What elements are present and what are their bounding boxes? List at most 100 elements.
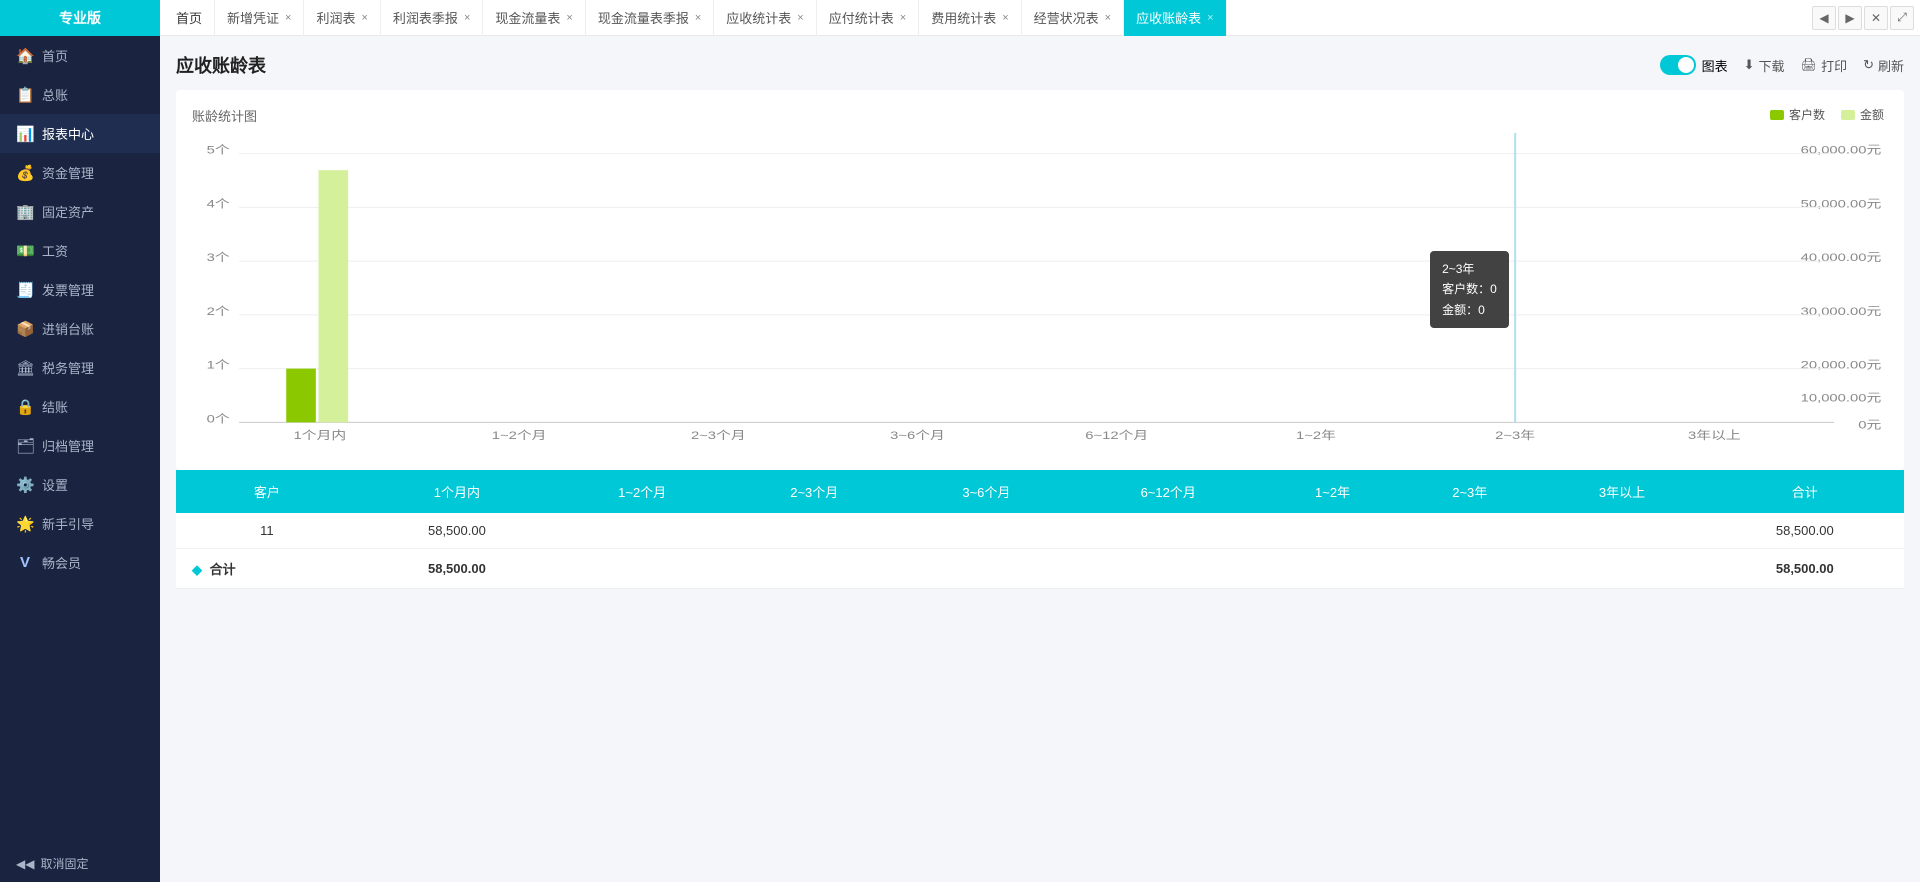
- sidebar: 专业版 🏠 首页 📋 总账 📊 报表中心 💰 资金管理 🏢 固定资产 💵 工资 …: [0, 0, 160, 882]
- tab-ap-stat-label: 应付统计表: [829, 8, 894, 27]
- tab-cashflow-q-label: 现金流量表季报: [598, 8, 689, 27]
- tab-expense[interactable]: 费用统计表 ×: [919, 0, 1021, 36]
- close-profit-q-icon[interactable]: ×: [464, 12, 470, 24]
- svg-text:3年以上: 3年以上: [1688, 429, 1741, 442]
- sidebar-item-fixed[interactable]: 🏢 固定资产: [0, 192, 160, 231]
- cell-m12-0: [1072, 513, 1264, 549]
- tab-ap-stat[interactable]: 应付统计表 ×: [817, 0, 919, 36]
- legend-color-amount: [1841, 110, 1855, 120]
- svg-text:1~2年: 1~2年: [1296, 429, 1336, 442]
- sidebar-item-label-reports: 报表中心: [42, 124, 94, 143]
- chart-toggle[interactable]: 图表: [1660, 55, 1728, 75]
- tab-ar-stat[interactable]: 应收统计表 ×: [714, 0, 816, 36]
- refresh-button[interactable]: ↻ 刷新: [1863, 56, 1904, 75]
- sidebar-item-label-home: 首页: [42, 46, 68, 65]
- tabbar: 首页 新增凭证 × 利润表 × 利润表季报 × 现金流量表 × 现金流量表季报 …: [160, 0, 1920, 36]
- svg-text:1~2个月: 1~2个月: [492, 429, 547, 442]
- tab-ar-aging[interactable]: 应收账龄表 ×: [1124, 0, 1226, 36]
- sidebar-item-salary[interactable]: 💵 工资: [0, 231, 160, 270]
- total-icon: ◆: [192, 562, 202, 577]
- svg-text:3个: 3个: [207, 251, 230, 264]
- close-ar-stat-icon[interactable]: ×: [797, 12, 803, 24]
- tab-ar-aging-label: 应收账龄表: [1136, 8, 1201, 27]
- legend-label-customers: 客户数: [1789, 106, 1825, 123]
- sidebar-item-ledger[interactable]: 📋 总账: [0, 75, 160, 114]
- close-cashflow-q-icon[interactable]: ×: [695, 12, 701, 24]
- sidebar-item-label-member: 畅会员: [42, 553, 81, 572]
- tab-profit-q-label: 利润表季报: [393, 8, 458, 27]
- sidebar-item-label-fixed: 固定资产: [42, 202, 94, 221]
- tab-operation-label: 经营状况表: [1034, 8, 1099, 27]
- sidebar-item-settings[interactable]: ⚙️ 设置: [0, 465, 160, 504]
- tab-prev-button[interactable]: ◀: [1812, 6, 1836, 30]
- close-ar-aging-icon[interactable]: ×: [1207, 12, 1213, 24]
- sidebar-item-member[interactable]: V 畅会员: [0, 543, 160, 582]
- th-customer: 客户: [176, 470, 358, 513]
- tab-operation[interactable]: 经营状况表 ×: [1022, 0, 1124, 36]
- th-m3: 2~3个月: [728, 470, 900, 513]
- svg-text:60,000.00元: 60,000.00元: [1801, 143, 1882, 156]
- sidebar-nav: 🏠 首页 📋 总账 📊 报表中心 💰 资金管理 🏢 固定资产 💵 工资 🧾 发票…: [0, 36, 160, 845]
- tab-cashflow[interactable]: 现金流量表 ×: [483, 0, 585, 36]
- sidebar-item-home[interactable]: 🏠 首页: [0, 36, 160, 75]
- tab-expand-button[interactable]: ⤢: [1890, 6, 1914, 30]
- guide-icon: 🌟: [16, 515, 34, 533]
- cell-total-sum: 58,500.00: [1706, 549, 1904, 589]
- toggle-switch-control[interactable]: [1660, 55, 1696, 75]
- close-cashflow-icon[interactable]: ×: [566, 12, 572, 24]
- chart-card: 账龄统计图 客户数 金额 5个 4个 3个 2个: [176, 90, 1904, 470]
- chart-legend: 客户数 金额: [1770, 106, 1884, 123]
- tab-profit[interactable]: 利润表 ×: [304, 0, 380, 36]
- cell-total-m6: [900, 549, 1072, 589]
- svg-text:4个: 4个: [207, 197, 230, 210]
- print-icon: 🖨: [1801, 57, 1818, 73]
- sidebar-item-tax[interactable]: 🏛 税务管理: [0, 348, 160, 387]
- close-expense-icon[interactable]: ×: [1002, 12, 1008, 24]
- sidebar-item-reports[interactable]: 📊 报表中心: [0, 114, 160, 153]
- close-voucher-icon[interactable]: ×: [285, 12, 291, 24]
- tab-profit-q[interactable]: 利润表季报 ×: [381, 0, 483, 36]
- cell-total-0: 58,500.00: [1706, 513, 1904, 549]
- sidebar-item-sales[interactable]: 📦 进销台账: [0, 309, 160, 348]
- sidebar-item-label-salary: 工资: [42, 241, 68, 260]
- cell-total-m2: [556, 549, 728, 589]
- sidebar-item-archive[interactable]: 🗂 归档管理: [0, 426, 160, 465]
- svg-text:40,000.00元: 40,000.00元: [1801, 251, 1882, 264]
- sidebar-item-guide[interactable]: 🌟 新手引导: [0, 504, 160, 543]
- sidebar-item-label-closing: 结账: [42, 397, 68, 416]
- main-area: 首页 新增凭证 × 利润表 × 利润表季报 × 现金流量表 × 现金流量表季报 …: [160, 0, 1920, 882]
- svg-text:2个: 2个: [207, 305, 230, 318]
- close-ap-stat-icon[interactable]: ×: [900, 12, 906, 24]
- svg-text:20,000.00元: 20,000.00元: [1801, 358, 1882, 371]
- download-button[interactable]: ⬇ 下载: [1744, 56, 1785, 75]
- bar-customers-0: [286, 369, 316, 423]
- tab-home[interactable]: 首页: [164, 0, 215, 36]
- salary-icon: 💵: [16, 242, 34, 260]
- th-yplus: 3年以上: [1538, 470, 1705, 513]
- sidebar-item-label-invoice: 发票管理: [42, 280, 94, 299]
- sidebar-item-capital[interactable]: 💰 资金管理: [0, 153, 160, 192]
- sidebar-item-invoice[interactable]: 🧾 发票管理: [0, 270, 160, 309]
- legend-label-amount: 金额: [1860, 106, 1884, 123]
- cell-y2-0: [1264, 513, 1401, 549]
- unpin-label: 取消固定: [40, 855, 88, 872]
- tab-next-button[interactable]: ▶: [1838, 6, 1862, 30]
- tab-close-all-button[interactable]: ✕: [1864, 6, 1888, 30]
- tab-expense-label: 费用统计表: [931, 8, 996, 27]
- print-button[interactable]: 🖨 打印: [1801, 56, 1848, 75]
- svg-text:10,000.00元: 10,000.00元: [1801, 391, 1882, 404]
- cell-total-m1: 58,500.00: [358, 549, 556, 589]
- close-operation-icon[interactable]: ×: [1105, 12, 1111, 24]
- closing-icon: 🔒: [16, 398, 34, 416]
- tab-cashflow-q[interactable]: 现金流量表季报 ×: [586, 0, 714, 36]
- sidebar-item-label-ledger: 总账: [42, 85, 68, 104]
- tab-cashflow-label: 现金流量表: [495, 8, 560, 27]
- legend-customers: 客户数: [1770, 106, 1825, 123]
- th-m6: 3~6个月: [900, 470, 1072, 513]
- th-m12: 6~12个月: [1072, 470, 1264, 513]
- unpin-button[interactable]: ◀◀ 取消固定: [0, 845, 160, 882]
- close-profit-icon[interactable]: ×: [361, 12, 367, 24]
- sidebar-item-closing[interactable]: 🔒 结账: [0, 387, 160, 426]
- app-logo: 专业版: [0, 0, 160, 36]
- tab-voucher[interactable]: 新增凭证 ×: [215, 0, 304, 36]
